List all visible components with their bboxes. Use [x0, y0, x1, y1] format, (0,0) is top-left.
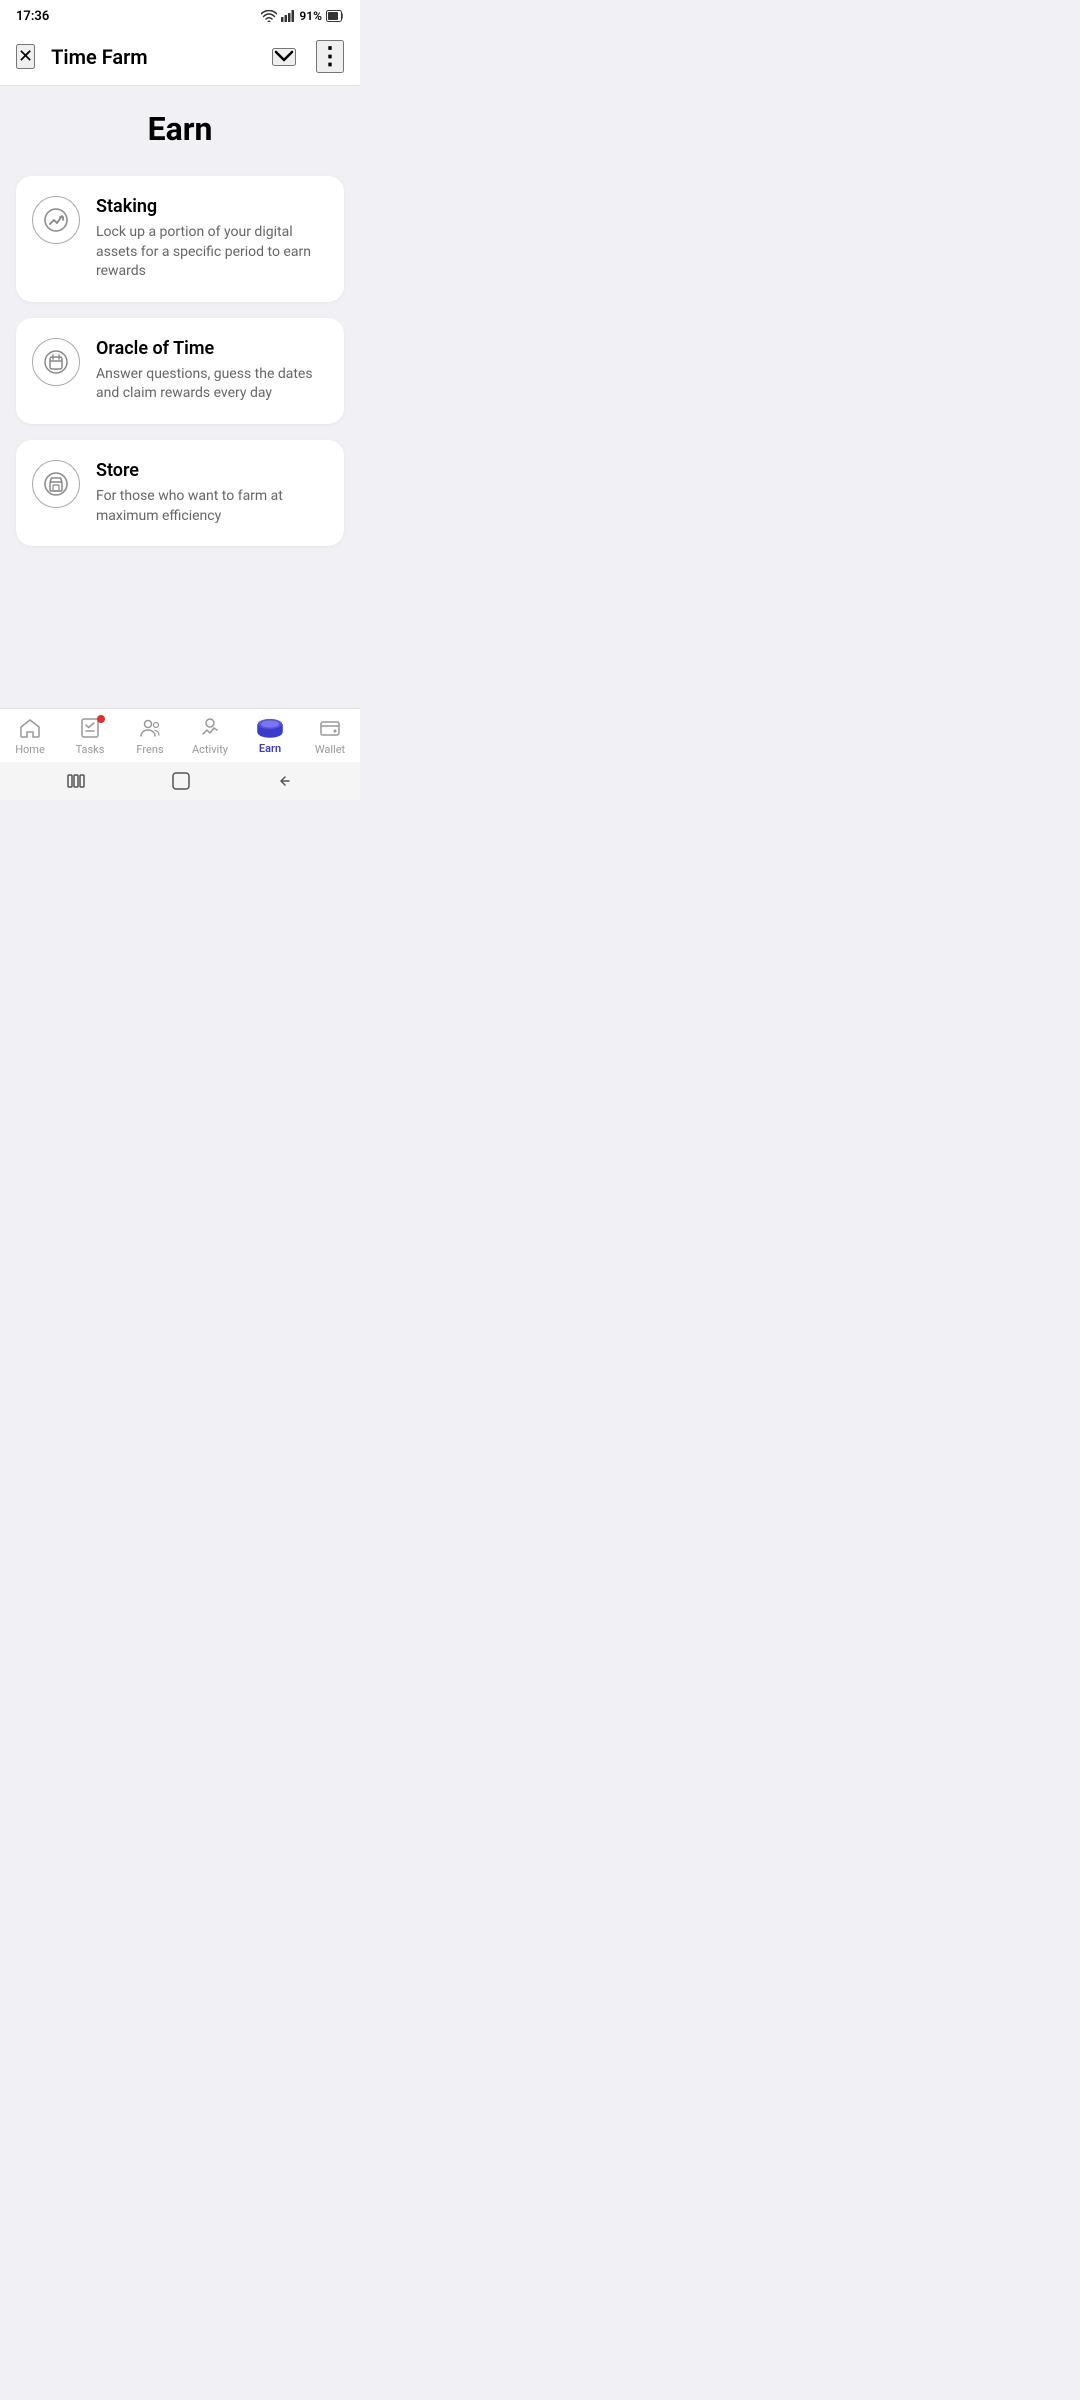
battery-icon — [326, 10, 344, 22]
header-left: ✕ Time Farm — [16, 44, 148, 69]
staking-card[interactable]: Staking Lock up a portion of your digita… — [16, 176, 344, 302]
staking-title: Staking — [96, 196, 328, 217]
status-icons: 91% — [261, 9, 344, 23]
store-icon — [32, 460, 80, 508]
nav-label-tasks: Tasks — [76, 743, 105, 756]
header-right: ⋮ — [272, 40, 344, 73]
store-title: Store — [96, 460, 328, 481]
frens-icon — [139, 717, 161, 739]
tasks-badge — [97, 715, 105, 723]
home-icon — [19, 717, 41, 739]
battery-level: 91% — [299, 9, 322, 23]
app-header: ✕ Time Farm ⋮ — [0, 28, 360, 86]
staking-desc: Lock up a portion of your digital assets… — [96, 223, 328, 282]
nav-item-earn[interactable]: Earn — [242, 718, 298, 755]
bottom-nav: Home Tasks — [0, 708, 360, 800]
store-card[interactable]: Store For those who want to farm at maxi… — [16, 440, 344, 546]
tasks-icon — [79, 717, 101, 739]
nav-items: Home Tasks — [0, 709, 360, 762]
nav-item-wallet[interactable]: Wallet — [302, 717, 358, 756]
nav-label-home: Home — [15, 743, 45, 756]
oracle-icon — [32, 338, 80, 386]
activity-icon — [199, 717, 221, 739]
staking-icon — [32, 196, 80, 244]
nav-label-earn: Earn — [259, 742, 281, 755]
nav-item-activity[interactable]: Activity — [182, 717, 238, 756]
store-content: Store For those who want to farm at maxi… — [96, 460, 328, 526]
wallet-icon — [319, 717, 341, 739]
home-button[interactable] — [172, 772, 190, 790]
store-desc: For those who want to farm at maximum ef… — [96, 487, 328, 526]
back-button[interactable] — [277, 773, 293, 789]
nav-label-frens: Frens — [136, 743, 163, 756]
oracle-card[interactable]: Oracle of Time Answer questions, guess t… — [16, 318, 344, 424]
staking-content: Staking Lock up a portion of your digita… — [96, 196, 328, 282]
oracle-title: Oracle of Time — [96, 338, 328, 359]
recents-button[interactable] — [67, 773, 85, 789]
close-button[interactable]: ✕ — [16, 44, 35, 69]
nav-item-home[interactable]: Home — [2, 717, 58, 756]
wifi-icon — [261, 10, 277, 22]
status-bar: 17:36 91% — [0, 0, 360, 28]
main-content: Earn Staking Lock up a portion of your d… — [0, 86, 360, 586]
nav-label-wallet: Wallet — [315, 743, 345, 756]
nav-label-activity: Activity — [192, 743, 228, 756]
nav-item-frens[interactable]: Frens — [122, 717, 178, 756]
page-title: Earn — [16, 110, 344, 148]
signal-icon — [281, 10, 295, 22]
system-nav — [0, 762, 360, 800]
oracle-desc: Answer questions, guess the dates and cl… — [96, 365, 328, 404]
more-options-button[interactable]: ⋮ — [316, 40, 344, 73]
nav-item-tasks[interactable]: Tasks — [62, 717, 118, 756]
dropdown-button[interactable] — [272, 48, 296, 66]
app-title: Time Farm — [51, 45, 148, 69]
earn-icon — [256, 718, 284, 738]
status-time: 17:36 — [16, 9, 49, 24]
oracle-content: Oracle of Time Answer questions, guess t… — [96, 338, 328, 404]
